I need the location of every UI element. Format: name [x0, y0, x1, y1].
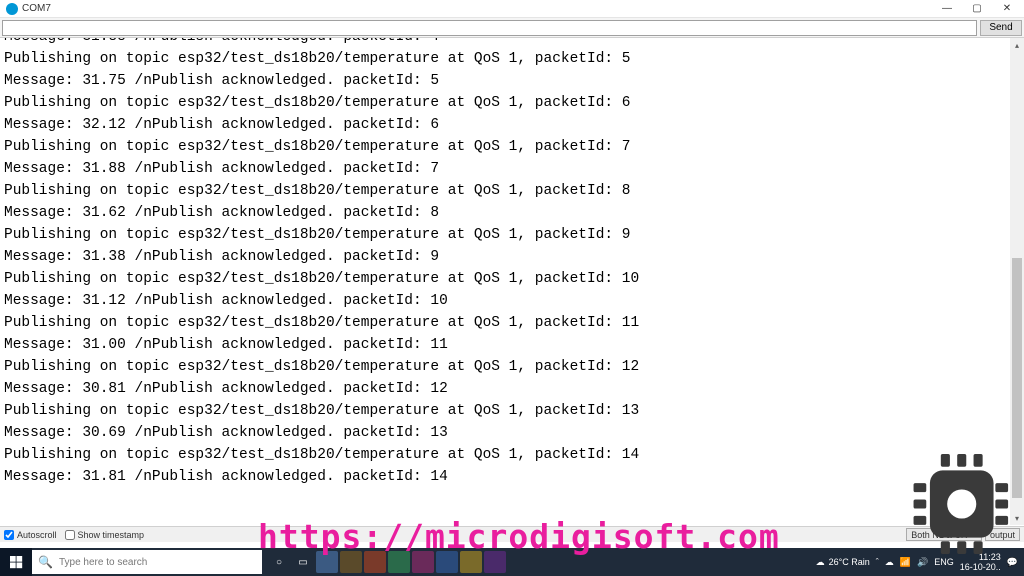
autoscroll-input[interactable]	[4, 530, 14, 540]
maximize-button[interactable]: ▢	[962, 0, 992, 18]
serial-line: Publishing on topic esp32/test_ds18b20/t…	[4, 92, 1020, 114]
send-button[interactable]: Send	[980, 20, 1022, 36]
scroll-up-icon[interactable]: ▴	[1010, 38, 1024, 52]
serial-line: Publishing on topic esp32/test_ds18b20/t…	[4, 268, 1020, 290]
serial-line: Message: 31.12 /nPublish acknowledged. p…	[4, 290, 1020, 312]
weather-widget[interactable]: ☁ 26°C Rain	[816, 557, 870, 568]
vertical-scrollbar[interactable]: ▴ ▾	[1010, 38, 1024, 525]
serial-line: Publishing on topic esp32/test_ds18b20/t…	[4, 312, 1020, 334]
serial-line: Publishing on topic esp32/test_ds18b20/t…	[4, 356, 1020, 378]
windows-icon	[10, 556, 23, 569]
serial-line: Message: 31.88 /nPublish acknowledged. p…	[4, 158, 1020, 180]
timestamp-checkbox[interactable]: Show timestamp	[65, 530, 145, 540]
serial-line: Message: 30.81 /nPublish acknowledged. p…	[4, 378, 1020, 400]
serial-line: Publishing on topic esp32/test_ds18b20/t…	[4, 224, 1020, 246]
close-button[interactable]: ✕	[992, 0, 1022, 18]
serial-line: Message: 32.12 /nPublish acknowledged. p…	[4, 114, 1020, 136]
serial-line: Publishing on topic esp32/test_ds18b20/t…	[4, 444, 1020, 466]
taskbar-clock[interactable]: 11:23 16-10-20..	[960, 552, 1001, 572]
app-icon	[6, 3, 18, 15]
wifi-icon[interactable]: 📶	[900, 557, 911, 568]
serial-line: Publishing on topic esp32/test_ds18b20/t…	[4, 180, 1020, 202]
taskbar-tray: ☁ 26°C Rain ˆ ☁ 📶 🔊 ENG 11:23 16-10-20..…	[816, 552, 1024, 572]
serial-line: Message: 30.69 /nPublish acknowledged. p…	[4, 422, 1020, 444]
weather-text: 26°C Rain	[829, 557, 870, 567]
serial-line: Publishing on topic esp32/test_ds18b20/t…	[4, 400, 1020, 422]
clock-date: 16-10-20..	[960, 562, 1001, 572]
serial-line: Publishing on topic esp32/test_ds18b20/t…	[4, 48, 1020, 70]
search-icon: 🔍	[38, 555, 53, 569]
tray-chevron-icon[interactable]: ˆ	[876, 557, 879, 567]
weather-icon: ☁	[816, 557, 825, 568]
timestamp-label: Show timestamp	[78, 530, 145, 540]
serial-line: Publishing on topic esp32/test_ds18b20/t…	[4, 136, 1020, 158]
serial-input-row: Send	[0, 18, 1024, 38]
taskbar-search[interactable]: 🔍 Type here to search	[32, 550, 262, 574]
notifications-icon[interactable]: 💬	[1007, 557, 1018, 568]
watermark-url: https://microdigisoft.com	[258, 517, 780, 556]
minimize-button[interactable]: —	[932, 0, 962, 18]
serial-line: Message: 31.00 /nPublish acknowledged. p…	[4, 334, 1020, 356]
autoscroll-label: Autoscroll	[17, 530, 57, 540]
window-title: COM7	[22, 3, 932, 14]
serial-input[interactable]	[2, 20, 977, 36]
serial-monitor-output[interactable]: Message: 31.88 /nPublish acknowledged. p…	[0, 38, 1024, 526]
serial-line: Message: 31.88 /nPublish acknowledged. p…	[4, 38, 1020, 48]
start-button[interactable]	[0, 548, 32, 576]
serial-line: Message: 31.75 /nPublish acknowledged. p…	[4, 70, 1020, 92]
chip-logo-icon	[904, 454, 1014, 554]
search-placeholder: Type here to search	[59, 557, 147, 568]
autoscroll-checkbox[interactable]: Autoscroll	[4, 530, 57, 540]
serial-line: Message: 31.62 /nPublish acknowledged. p…	[4, 202, 1020, 224]
cloud-icon[interactable]: ☁	[885, 557, 894, 568]
serial-line: Message: 31.38 /nPublish acknowledged. p…	[4, 246, 1020, 268]
volume-icon[interactable]: 🔊	[917, 557, 928, 568]
window-titlebar: COM7 — ▢ ✕	[0, 0, 1024, 18]
language-indicator[interactable]: ENG	[934, 557, 954, 567]
serial-line: Message: 31.81 /nPublish acknowledged. p…	[4, 466, 1020, 488]
timestamp-input[interactable]	[65, 530, 75, 540]
